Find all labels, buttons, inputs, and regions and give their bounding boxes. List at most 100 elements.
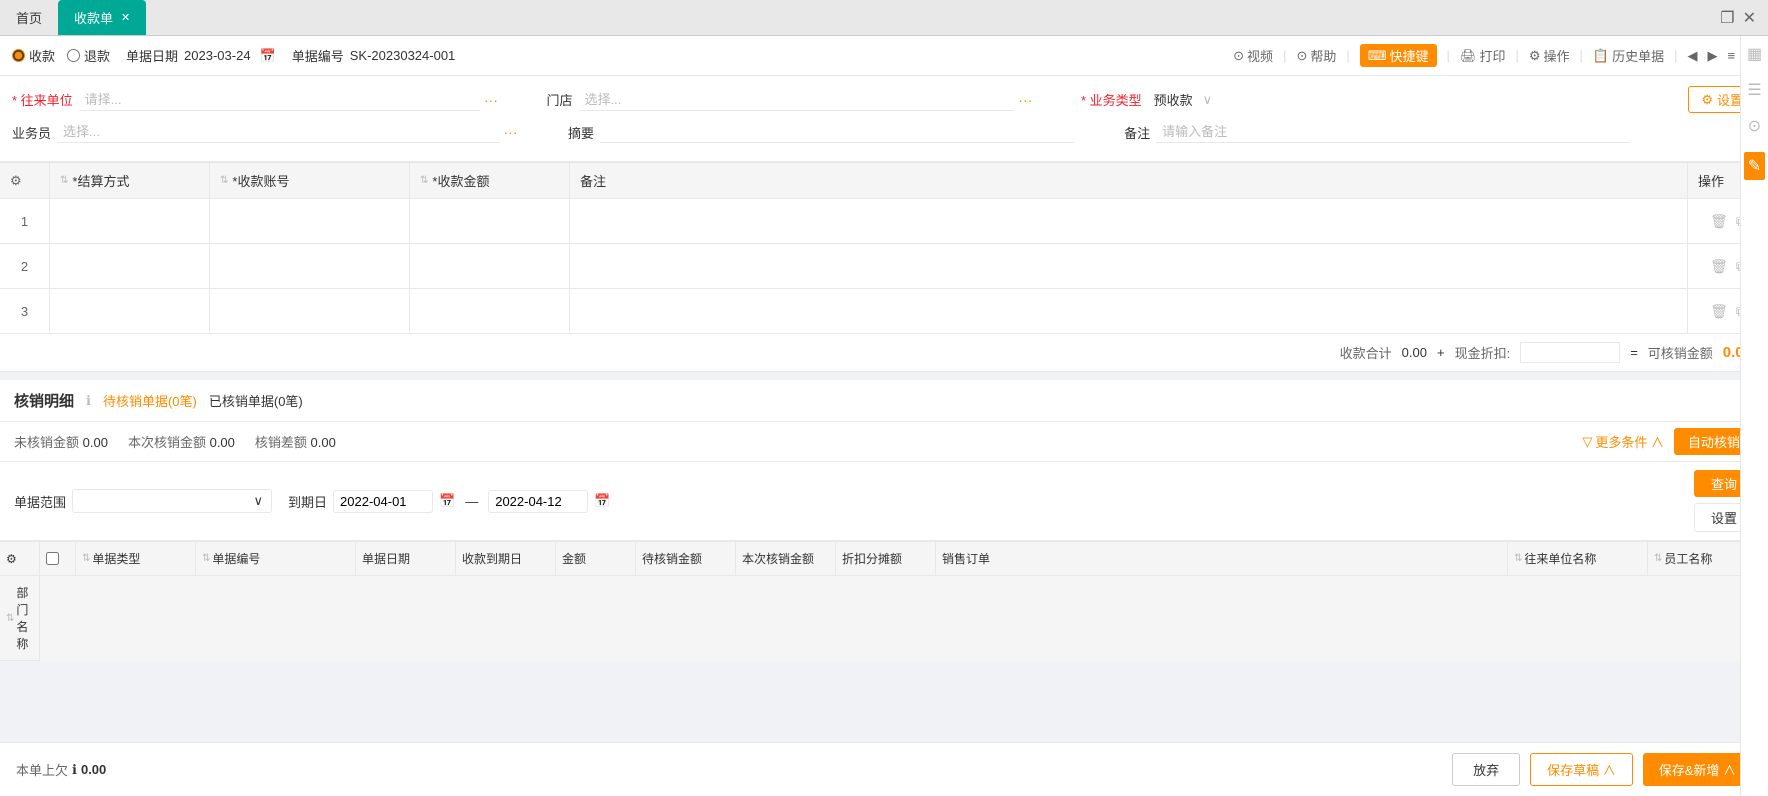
nav-prev-icon[interactable]: ◀ <box>1688 48 1698 64</box>
save-draft-label: 保存草稿 ∧ <box>1547 760 1616 779</box>
video-tool[interactable]: ⊙ 视频 <box>1233 46 1273 65</box>
carry-forward: 本单上欠 ℹ 0.00 <box>16 760 106 779</box>
detail-col-due-date: 收款到期日 <box>456 542 556 576</box>
pending-tag[interactable]: 待核销单据(0笔) <box>103 391 197 410</box>
filter-icon: ▽ <box>1582 434 1592 450</box>
info-icon[interactable]: ℹ <box>86 393 91 409</box>
row-3-note[interactable] <box>570 289 1688 333</box>
operation-tool[interactable]: ⚙ 操作 <box>1529 46 1570 65</box>
row-3-settlement[interactable] <box>50 289 210 333</box>
current-value: 0.00 <box>210 435 235 450</box>
store-input[interactable] <box>579 89 1015 111</box>
store-field: 门店 ··· <box>546 89 1032 111</box>
row-1-account[interactable] <box>210 199 410 243</box>
row-1-amount[interactable] <box>410 199 570 243</box>
diff-label: 核销差额 <box>255 435 307 450</box>
refund-radio[interactable] <box>67 49 80 62</box>
tab-home[interactable]: 首页 <box>0 0 58 35</box>
detail-col-settings[interactable]: ⚙ <box>0 542 40 576</box>
print-tool[interactable]: 🖨 打印 <box>1460 46 1506 65</box>
counterpart-input[interactable] <box>79 89 480 111</box>
col-amount: ⇅ *收款金额 <box>410 163 570 198</box>
number-value: SK-20230324-001 <box>350 48 456 63</box>
sidebar-table-icon[interactable]: ▦ <box>1747 44 1762 64</box>
row-1-settlement[interactable] <box>50 199 210 243</box>
diff-stat: 核销差额 0.00 <box>255 432 336 451</box>
done-tag[interactable]: 已核销单据(0笔) <box>209 391 303 410</box>
date-field: 单据日期 2023-03-24 📅 <box>126 46 276 65</box>
number-field: 单据编号 SK-20230324-001 <box>292 46 456 65</box>
sidebar-edit-icon[interactable]: ✎ <box>1744 152 1765 180</box>
history-tool[interactable]: 📋 历史单据 <box>1593 46 1664 65</box>
business-type-value: 预收款 <box>1148 87 1199 112</box>
carry-label: 本单上欠 <box>16 760 68 779</box>
note-input[interactable] <box>1156 121 1629 143</box>
salesperson-input[interactable] <box>57 121 499 143</box>
list-view-icon[interactable]: ≡ <box>1728 48 1736 63</box>
row-1-delete-icon[interactable]: 🗑 <box>1710 213 1728 230</box>
date-from-input[interactable] <box>333 490 433 513</box>
tab-home-label: 首页 <box>16 8 42 27</box>
row-2-delete-icon[interactable]: 🗑 <box>1710 258 1728 275</box>
store-more-icon[interactable]: ··· <box>1018 92 1032 108</box>
col-note: 备注 <box>570 163 1688 198</box>
row-3-account[interactable] <box>210 289 410 333</box>
note-field: 备注 <box>1124 121 1630 143</box>
detail-col-sales-order: 销售订单 <box>936 542 1508 576</box>
discount-input[interactable] <box>1520 342 1620 363</box>
date-to-input[interactable] <box>488 490 588 513</box>
save-draft-button[interactable]: 保存草稿 ∧ <box>1530 753 1633 786</box>
number-label: 单据编号 <box>292 46 344 65</box>
sidebar-list-icon[interactable]: ☰ <box>1747 80 1761 100</box>
uncancelled-label: 未核销金额 <box>14 435 79 450</box>
footer: 本单上欠 ℹ 0.00 放弃 保存草稿 ∧ 保存&新增 ∧ <box>0 742 1768 796</box>
receipt-radio-label[interactable]: 收款 <box>12 46 55 65</box>
detail-number-label: 单据编号 <box>212 550 260 567</box>
select-all-checkbox[interactable] <box>46 552 59 565</box>
row-3-delete-icon[interactable]: 🗑 <box>1710 303 1728 320</box>
row-2-amount[interactable] <box>410 244 570 288</box>
receipt-radio[interactable] <box>12 49 25 62</box>
detail-col-checkbox[interactable] <box>40 542 76 576</box>
date-from-icon[interactable]: 📅 <box>439 493 455 509</box>
row-1-note[interactable] <box>570 199 1688 243</box>
window-close-icon[interactable]: ✕ <box>1743 8 1756 28</box>
row-2-note[interactable] <box>570 244 1688 288</box>
detail-amount-label: 金额 <box>562 550 586 567</box>
calendar-icon[interactable]: 📅 <box>260 48 276 64</box>
help-tool[interactable]: ⊙ 帮助 <box>1296 46 1336 65</box>
counterpart-label: * 往来单位 <box>12 90 73 109</box>
summary-input[interactable] <box>600 121 1073 143</box>
counterpart-more-icon[interactable]: ··· <box>484 92 498 108</box>
header-tools: ⊙ 视频 | ⊙ 帮助 | ⌨ 快捷键 | 🖨 打印 | ⚙ 操作 | 📋 历史… <box>1233 44 1756 67</box>
date-value[interactable]: 2023-03-24 <box>184 48 251 63</box>
row-2-settlement[interactable] <box>50 244 210 288</box>
tab-close-icon[interactable]: ✕ <box>121 11 130 24</box>
more-conditions-button[interactable]: ▽ 更多条件 ∧ <box>1582 432 1664 451</box>
col-settings[interactable]: ⚙ <box>0 163 50 198</box>
row-2-account[interactable] <box>210 244 410 288</box>
nav-next-icon[interactable]: ▶ <box>1708 48 1718 64</box>
tab-bar: 首页 收款单 ✕ ❐ ✕ <box>0 0 1768 36</box>
sidebar-attach-icon[interactable]: ⊙ <box>1748 116 1761 136</box>
col-amount-label: *收款金额 <box>432 171 489 190</box>
salesperson-more-icon[interactable]: ··· <box>504 124 518 140</box>
refund-radio-label[interactable]: 退款 <box>67 46 110 65</box>
table-settings-icon[interactable]: ⚙ <box>10 173 22 189</box>
carry-info-icon[interactable]: ℹ <box>72 762 77 778</box>
range-select[interactable]: ∨ <box>72 489 272 513</box>
shortcut-tool[interactable]: ⌨ 快捷键 <box>1360 44 1437 67</box>
save-new-button[interactable]: 保存&新增 ∧ <box>1643 753 1752 786</box>
shortcut-icon: ⌨ <box>1368 48 1387 64</box>
detail-sales-order-label: 销售订单 <box>942 550 990 567</box>
form-row-2: 业务员 ··· 摘要 备注 <box>12 121 1756 143</box>
detail-col-discount: 折扣分摊额 <box>836 542 936 576</box>
total-value: 0.00 <box>1402 345 1427 360</box>
discard-button[interactable]: 放弃 <box>1452 753 1520 786</box>
business-type-arrow-icon[interactable]: ∨ <box>1203 92 1213 108</box>
date-to-icon[interactable]: 📅 <box>594 493 610 509</box>
window-restore-icon[interactable]: ❐ <box>1720 8 1734 28</box>
row-3-amount[interactable] <box>410 289 570 333</box>
current-label: 本次核销金额 <box>128 435 206 450</box>
tab-receipt[interactable]: 收款单 ✕ <box>58 0 146 35</box>
